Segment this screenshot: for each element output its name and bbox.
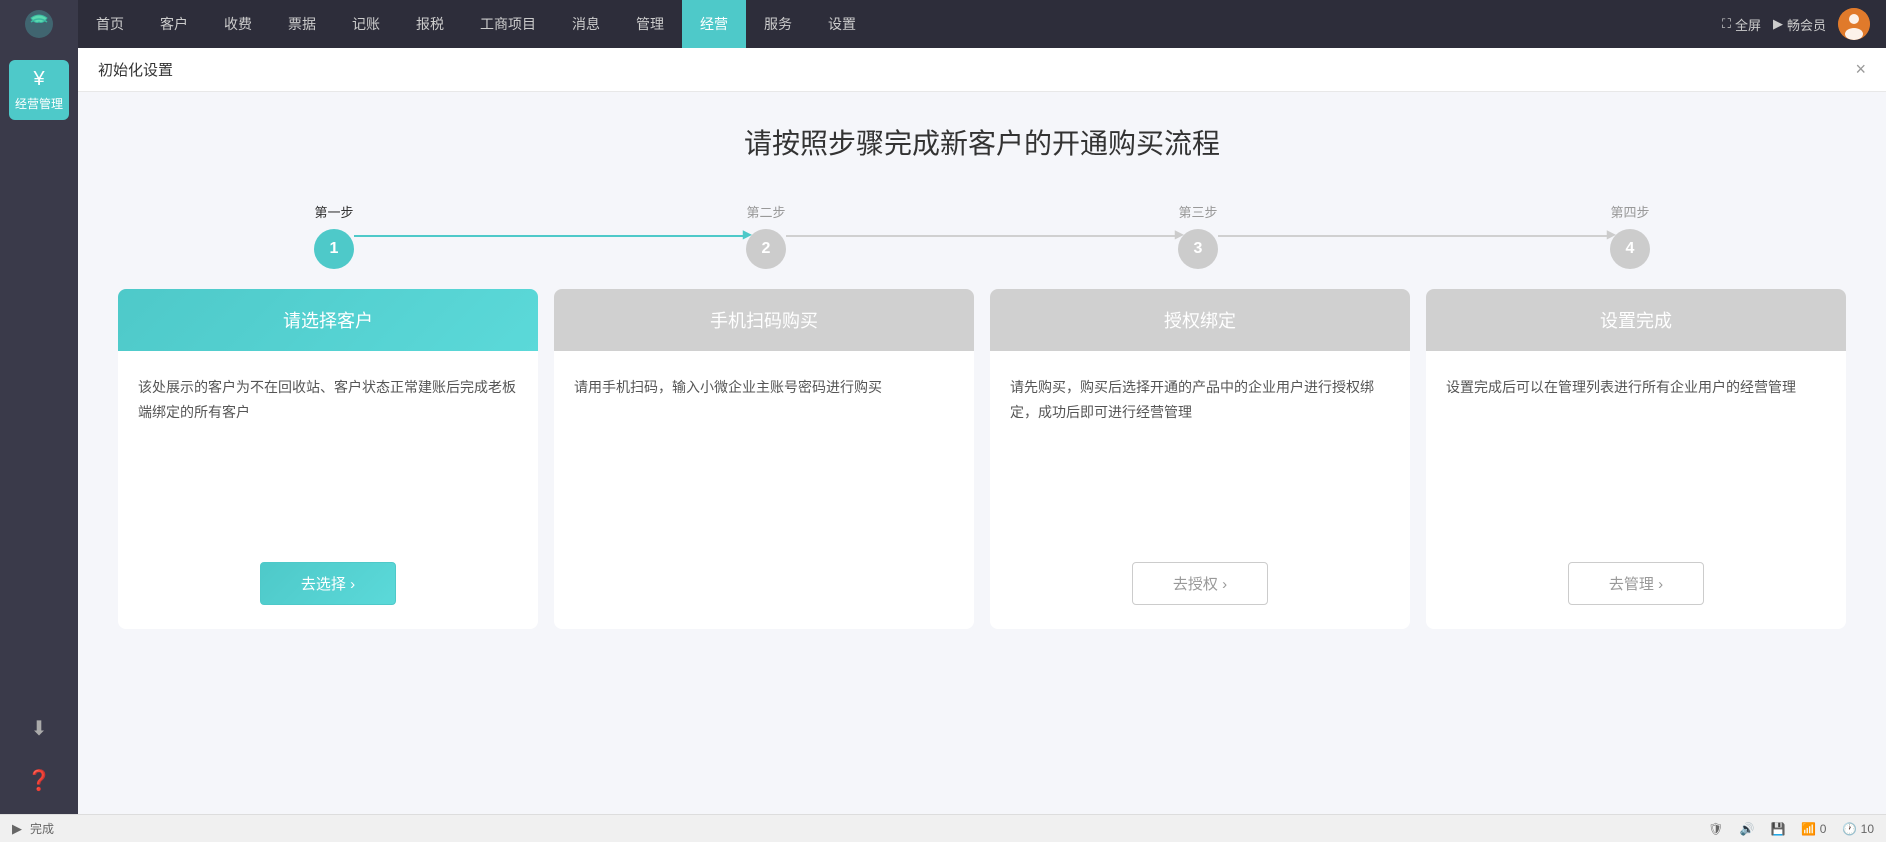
- card-footer-2: [554, 589, 974, 629]
- step-card-3: 授权绑定请先购买，购买后选择开通的产品中的企业用户进行授权绑定，成功后即可进行经…: [990, 289, 1410, 629]
- step-card-1: 请选择客户该处展示的客户为不在回收站、客户状态正常建账后完成老板端绑定的所有客户…: [118, 289, 538, 629]
- card-btn-1[interactable]: 去选择 ›: [260, 562, 396, 605]
- steps-row: 第一步 1 第二步 2 第三步 3 第四步 4: [118, 202, 1846, 269]
- status-right: 🛡 🔊 💾 📶 0 🕐 10: [1708, 822, 1874, 836]
- status-left: ▶ 完成: [12, 820, 54, 837]
- content-area: 初始化设置 × 请按照步骤完成新客户的开通购买流程 第一步 1 第二步 2 第三步 3 第四…: [78, 48, 1886, 814]
- close-button[interactable]: ×: [1855, 59, 1866, 80]
- nav-item-business[interactable]: 工商项目: [462, 0, 554, 48]
- step-circle-1: 1: [314, 229, 354, 269]
- vip-btn[interactable]: ▶ 畅会员: [1773, 15, 1826, 34]
- download-icon[interactable]: ⬇: [17, 706, 61, 750]
- topbar: 首页客户收费票据记账报税工商项目消息管理经营服务设置 ⛶ 全屏 ▶ 畅会员: [0, 0, 1886, 48]
- step-label-4: 第四步: [1610, 202, 1649, 221]
- step-card-2: 手机扫码购买请用手机扫码，输入小微企业主账号密码进行购买: [554, 289, 974, 629]
- step-label-3: 第三步: [1178, 202, 1217, 221]
- main-content: 请按照步骤完成新客户的开通购买流程 第一步 1 第二步 2 第三步 3 第四步 4 请选择客户…: [78, 92, 1886, 814]
- nav-item-operations[interactable]: 经营: [682, 0, 746, 48]
- sidebar-item-label: 经营管理: [15, 95, 63, 112]
- card-footer-4: 去管理 ›: [1426, 546, 1846, 629]
- sidebar-bottom: ⬇ ❓: [17, 706, 61, 814]
- page-header: 初始化设置 ×: [78, 48, 1886, 92]
- nav-item-invoice[interactable]: 票据: [270, 0, 334, 48]
- nav-item-bookkeeping[interactable]: 记账: [334, 0, 398, 48]
- shield-icon: 🛡: [1708, 822, 1723, 836]
- step-circle-3: 3: [1178, 229, 1218, 269]
- avatar[interactable]: [1838, 8, 1870, 40]
- nav-item-billing[interactable]: 收费: [206, 0, 270, 48]
- step-circle-2: 2: [746, 229, 786, 269]
- nav-menu: 首页客户收费票据记账报税工商项目消息管理经营服务设置: [78, 0, 1722, 48]
- step-label-1: 第一步: [314, 202, 353, 221]
- step-item-4: 第四步 4: [1414, 202, 1846, 269]
- sidebar-item-operations[interactable]: ¥ 经营管理: [9, 60, 69, 120]
- status-label: 完成: [30, 820, 54, 837]
- nav-item-home[interactable]: 首页: [78, 0, 142, 48]
- sidebar: ¥ 经营管理 ⬇ ❓: [0, 48, 78, 814]
- card-btn-3[interactable]: 去授权 ›: [1132, 562, 1268, 605]
- clock-status: 🕐 10: [1842, 822, 1874, 836]
- nav-item-customer[interactable]: 客户: [142, 0, 206, 48]
- save-icon: 💾: [1770, 822, 1785, 836]
- flow-title: 请按照步骤完成新客户的开通购买流程: [118, 122, 1846, 162]
- card-header-2: 手机扫码购买: [554, 289, 974, 351]
- step-card-4: 设置完成设置完成后可以在管理列表进行所有企业用户的经营管理去管理 ›: [1426, 289, 1846, 629]
- step-circle-4: 4: [1610, 229, 1650, 269]
- volume-icon: 🔊: [1740, 822, 1755, 836]
- nav-item-message[interactable]: 消息: [554, 0, 618, 48]
- support-icon[interactable]: ❓: [17, 758, 61, 802]
- card-body-2: 请用手机扫码，输入小微企业主账号密码进行购买: [554, 351, 974, 589]
- card-btn-4[interactable]: 去管理 ›: [1568, 562, 1704, 605]
- step-label-2: 第二步: [746, 202, 785, 221]
- card-body-3: 请先购买，购买后选择开通的产品中的企业用户进行授权绑定，成功后即可进行经营管理: [990, 351, 1410, 546]
- play-icon: ▶: [12, 821, 22, 837]
- operations-icon: ¥: [33, 68, 44, 91]
- nav-item-management[interactable]: 管理: [618, 0, 682, 48]
- card-footer-3: 去授权 ›: [990, 546, 1410, 629]
- nav-item-settings[interactable]: 设置: [810, 0, 874, 48]
- card-body-4: 设置完成后可以在管理列表进行所有企业用户的经营管理: [1426, 351, 1846, 546]
- status-bar: ▶ 完成 🛡 🔊 💾 📶 0 🕐 10: [0, 814, 1886, 842]
- fullscreen-btn[interactable]: ⛶ 全屏: [1722, 15, 1761, 34]
- topbar-right: ⛶ 全屏 ▶ 畅会员: [1722, 8, 1886, 40]
- card-footer-1: 去选择 ›: [118, 546, 538, 629]
- step-item-1: 第一步 1: [118, 202, 550, 269]
- card-header-4: 设置完成: [1426, 289, 1846, 351]
- nav-item-tax[interactable]: 报税: [398, 0, 462, 48]
- network-status: 📶 0: [1801, 822, 1826, 836]
- card-header-1: 请选择客户: [118, 289, 538, 351]
- card-body-1: 该处展示的客户为不在回收站、客户状态正常建账后完成老板端绑定的所有客户: [118, 351, 538, 546]
- app-logo: [0, 0, 78, 48]
- cards-row: 请选择客户该处展示的客户为不在回收站、客户状态正常建账后完成老板端绑定的所有客户…: [118, 289, 1846, 629]
- page-title: 初始化设置: [98, 59, 173, 80]
- step-item-2: 第二步 2: [550, 202, 982, 269]
- nav-item-service[interactable]: 服务: [746, 0, 810, 48]
- step-item-3: 第三步 3: [982, 202, 1414, 269]
- card-header-3: 授权绑定: [990, 289, 1410, 351]
